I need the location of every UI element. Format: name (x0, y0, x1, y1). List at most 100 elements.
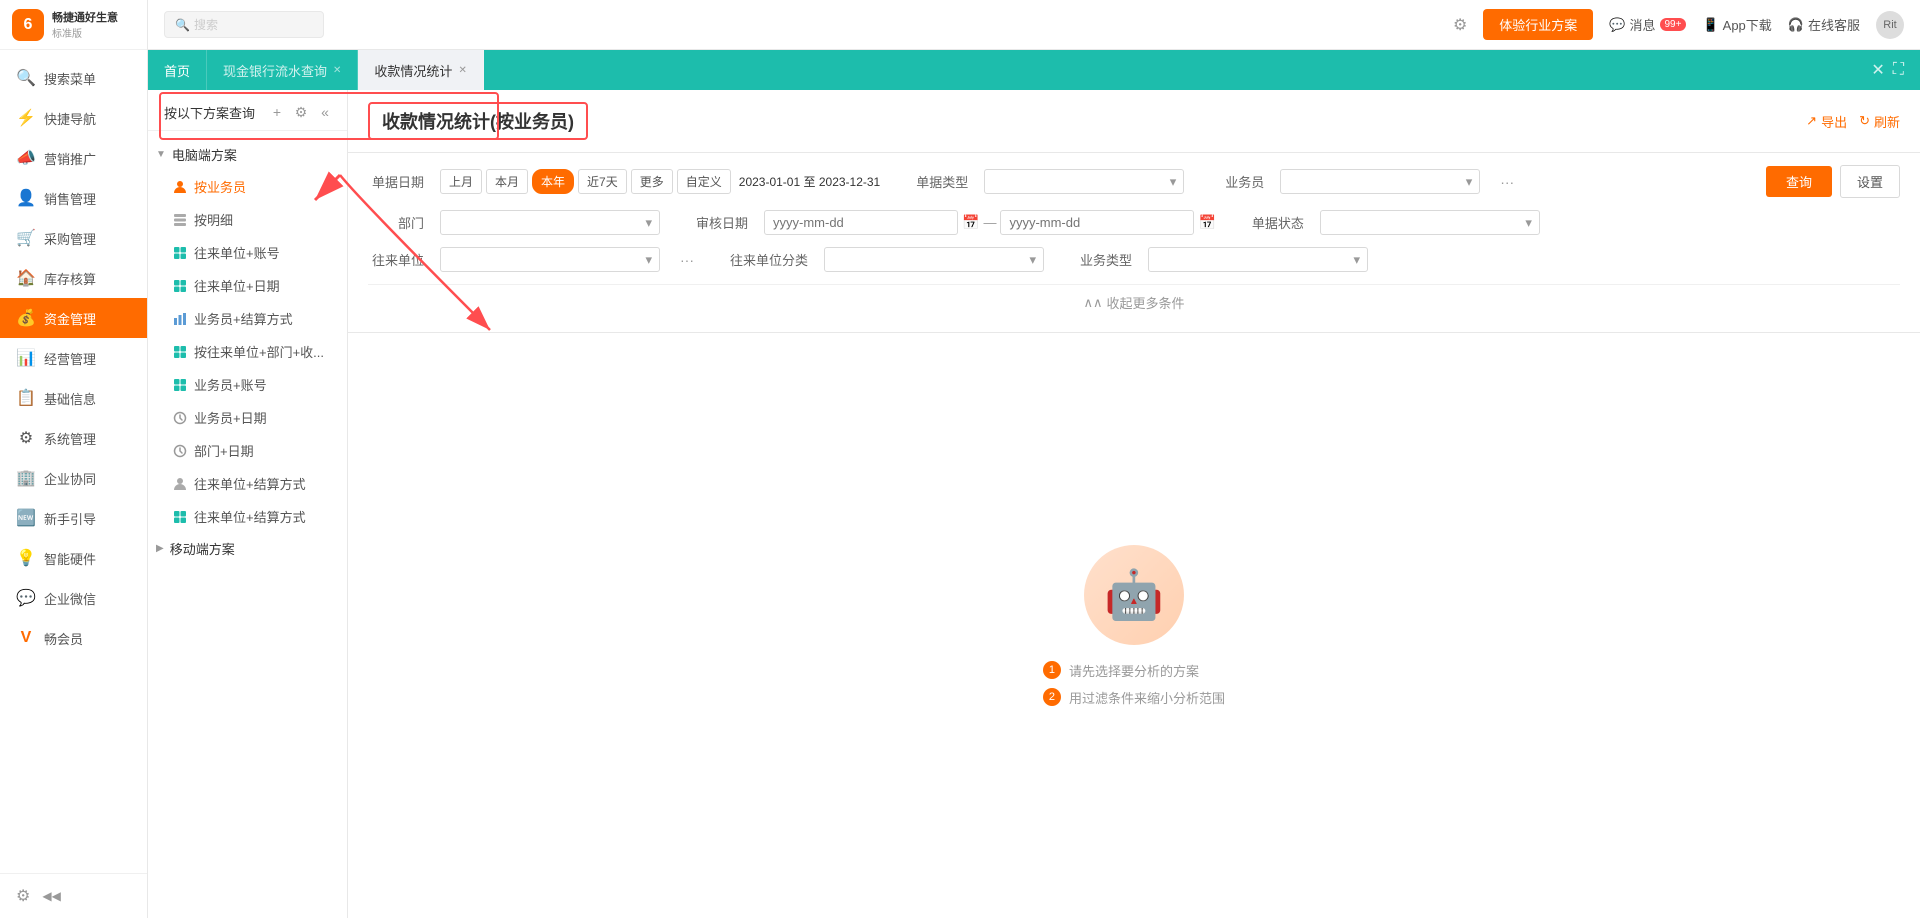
scheme-item-unit-date[interactable]: 往来单位+日期 (148, 269, 347, 302)
trial-button[interactable]: 体验行业方案 (1483, 9, 1593, 40)
collapse-scheme-icon[interactable]: « (315, 102, 335, 122)
date-btn-more[interactable]: 更多 (631, 169, 673, 194)
sidebar-item-label: 营销推广 (44, 149, 96, 168)
scheme-item-unit-account[interactable]: 往来单位+账号 (148, 236, 347, 269)
business-type-select[interactable] (1148, 247, 1368, 272)
window-maximize-icon[interactable]: ⛶ (1893, 61, 1904, 79)
sidebar-item-inventory[interactable]: 🏠 库存核算 (0, 258, 147, 298)
main-area: 🔍 搜索 ⚙ 体验行业方案 💬 消息 99+ 📱 App下载 🎧 在线客服 Ri… (148, 0, 1920, 918)
settings-scheme-icon[interactable]: ⚙ (291, 102, 311, 122)
scheme-group-desktop: ▼ 电脑端方案 按业务员 按明细 (148, 139, 347, 533)
add-scheme-icon[interactable]: + (267, 102, 287, 122)
sidebar-item-label: 畅会员 (44, 629, 83, 648)
export-button[interactable]: ↗ 导出 (1806, 112, 1847, 131)
doc-type-label: 单据类型 (912, 172, 968, 191)
scheme-group-mobile: ▶ 移动端方案 (148, 533, 347, 564)
scheme-item-salesperson-settlement-label: 业务员+结算方式 (194, 309, 293, 328)
sidebar-item-sales[interactable]: 👤 销售管理 (0, 178, 147, 218)
sidebar-item-search-menu[interactable]: 🔍 搜索菜单 (0, 58, 147, 98)
scheme-item-unit-settlement2[interactable]: 往来单位+结算方式 (148, 500, 347, 533)
salesperson-select[interactable] (1280, 169, 1480, 194)
dept-select[interactable] (440, 210, 660, 235)
tab-collection-stats-close-icon[interactable]: ✕ (458, 65, 466, 76)
date-btn-last-month[interactable]: 上月 (440, 169, 482, 194)
sidebar-item-basic-info[interactable]: 📋 基础信息 (0, 378, 147, 418)
window-close-icon[interactable]: ✕ (1871, 60, 1884, 80)
chart-icon: 📊 (16, 348, 36, 368)
sidebar-item-system[interactable]: ⚙ 系统管理 (0, 418, 147, 458)
app-download-action[interactable]: 📱 App下载 (1702, 15, 1771, 34)
scheme-item-by-salesperson[interactable]: 按业务员 (148, 170, 347, 203)
scheme-group-desktop-title[interactable]: ▼ 电脑端方案 (148, 139, 347, 170)
search-menu-input[interactable]: 🔍 搜索 (164, 11, 324, 38)
doc-type-select[interactable] (984, 169, 1184, 194)
sidebar-item-finance[interactable]: 💰 资金管理 (0, 298, 147, 338)
sidebar-item-label: 销售管理 (44, 189, 96, 208)
sidebar-item-label: 搜索菜单 (44, 69, 96, 88)
tab-bank-flow[interactable]: 现金银行流水查询 ✕ (207, 50, 358, 90)
salesperson-more-icon[interactable]: ··· (1496, 174, 1518, 190)
online-service-action[interactable]: 🎧 在线客服 (1788, 15, 1860, 34)
topbar-gear-icon[interactable]: ⚙ (1453, 15, 1467, 35)
counterpart-category-select[interactable] (824, 247, 1044, 272)
date-btn-this-year[interactable]: 本年 (532, 169, 574, 194)
headset-icon: 🎧 (1788, 17, 1804, 33)
collapse-filter-button[interactable]: ∧∧ 收起更多条件 (368, 284, 1900, 320)
scheme-list: ▼ 电脑端方案 按业务员 按明细 (148, 131, 347, 918)
sidebar-item-enterprise[interactable]: 🏢 企业协同 (0, 458, 147, 498)
tab-bank-flow-close-icon[interactable]: ✕ (333, 65, 341, 76)
date-btn-7days[interactable]: 近7天 (578, 169, 627, 194)
scheme-item-salesperson-settlement[interactable]: 业务员+结算方式 (148, 302, 347, 335)
query-button[interactable]: 查询 (1766, 166, 1832, 197)
content-area: 按以下方案查询 + ⚙ « ▼ 电脑端方案 (148, 90, 1920, 918)
new-icon: 🆕 (16, 508, 36, 528)
scheme-group-mobile-title[interactable]: ▶ 移动端方案 (148, 533, 347, 564)
scheme-item-salesperson-account-label: 业务员+账号 (194, 375, 267, 394)
collapse-btn-label: 收起更多条件 (1107, 293, 1185, 312)
date-btn-custom[interactable]: 自定义 (677, 169, 731, 194)
scheme-item-unit-dept-collect-label: 按往来单位+部门+收... (194, 342, 324, 361)
scheme-header-label: 按以下方案查询 (164, 103, 263, 122)
scheme-item-unit-dept-collect[interactable]: 按往来单位+部门+收... (148, 335, 347, 368)
counterpart-more-icon[interactable]: ··· (676, 252, 698, 268)
tab-collection-stats[interactable]: 收款情况统计 ✕ (358, 50, 483, 90)
tab-home[interactable]: 首页 (148, 50, 207, 90)
calendar-end-icon[interactable]: 📅 (1198, 214, 1215, 231)
sidebar-item-member[interactable]: V 畅会员 (0, 618, 147, 658)
sidebar-settings-icon[interactable]: ⚙ (16, 886, 30, 906)
doc-status-select[interactable] (1320, 210, 1540, 235)
sidebar-item-wechat[interactable]: 💬 企业微信 (0, 578, 147, 618)
tab-home-label: 首页 (164, 61, 190, 80)
app-logo: 6 畅捷通好生意 标准版 (0, 0, 147, 50)
business-type-select-wrap (1148, 247, 1368, 272)
topbar: 🔍 搜索 ⚙ 体验行业方案 💬 消息 99+ 📱 App下载 🎧 在线客服 Ri… (148, 0, 1920, 50)
refresh-button[interactable]: ↻ 刷新 (1859, 112, 1900, 131)
scheme-item-salesperson-date[interactable]: 业务员+日期 (148, 401, 347, 434)
sidebar-item-quick-nav[interactable]: ⚡ 快捷导航 (0, 98, 147, 138)
sidebar-item-guide[interactable]: 🆕 新手引导 (0, 498, 147, 538)
scheme-item-dept-date[interactable]: 部门+日期 (148, 434, 347, 467)
scheme-item-salesperson-account[interactable]: 业务员+账号 (148, 368, 347, 401)
notification-action[interactable]: 💬 消息 99+ (1609, 15, 1686, 34)
calendar-start-icon[interactable]: 📅 (962, 214, 979, 231)
scheme-header-icons: + ⚙ « (267, 102, 335, 122)
scheme-item-by-detail[interactable]: 按明细 (148, 203, 347, 236)
counterpart-select-wrap (440, 247, 660, 272)
review-date-start[interactable] (764, 210, 958, 235)
counterpart-select[interactable] (440, 247, 660, 272)
sidebar-item-operations[interactable]: 📊 经营管理 (0, 338, 147, 378)
scheme-group-desktop-label: 电脑端方案 (172, 145, 237, 164)
empty-illustration: 🤖 (1084, 545, 1184, 645)
scheme-item-unit-settlement1[interactable]: 往来单位+结算方式 (148, 467, 347, 500)
settings-button[interactable]: 设置 (1840, 165, 1900, 198)
sidebar-collapse-icon[interactable]: ◀◀ (42, 889, 60, 903)
sidebar-item-purchase[interactable]: 🛒 采购管理 (0, 218, 147, 258)
review-date-end[interactable] (1000, 210, 1194, 235)
sidebar-item-marketing[interactable]: 📣 营销推广 (0, 138, 147, 178)
export-icon: ↗ (1806, 113, 1817, 129)
tab-bank-flow-label: 现金银行流水查询 (223, 61, 327, 80)
date-btn-this-month[interactable]: 本月 (486, 169, 528, 194)
grid3-scheme-icon (172, 344, 188, 360)
sidebar-item-smart-hardware[interactable]: 💡 智能硬件 (0, 538, 147, 578)
user-avatar[interactable]: Rit (1876, 11, 1904, 39)
